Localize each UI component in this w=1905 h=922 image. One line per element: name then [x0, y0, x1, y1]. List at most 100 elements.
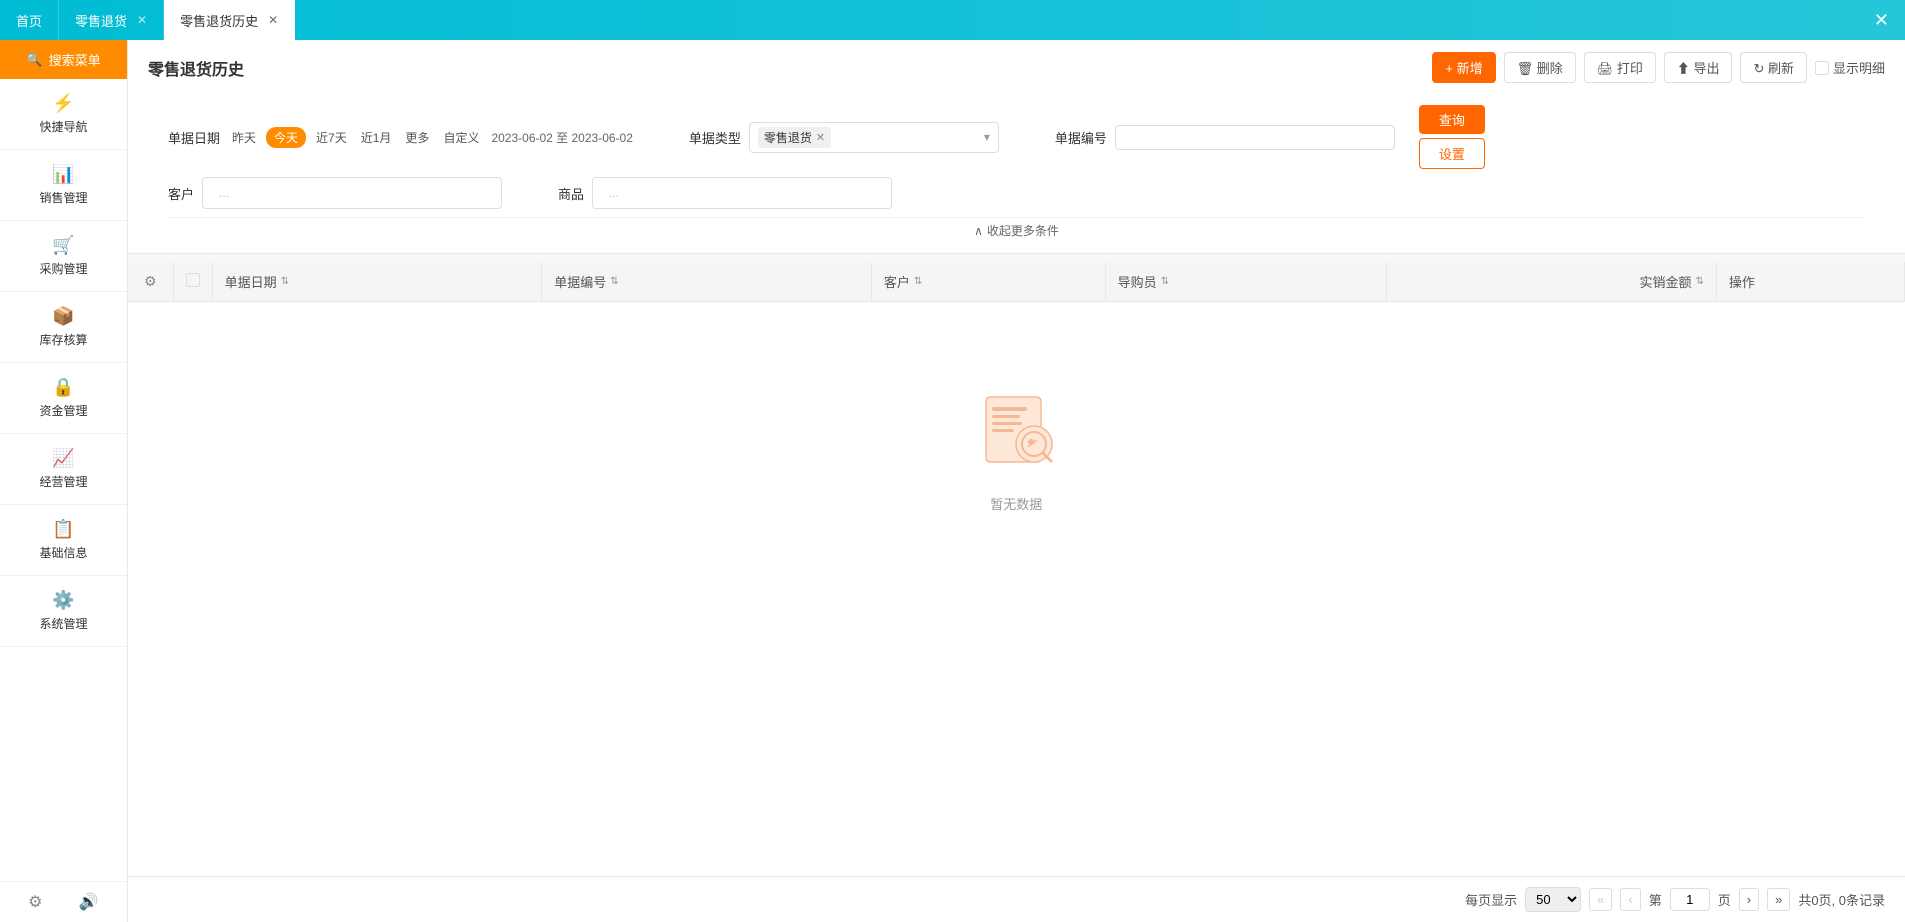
- page-unit: 页: [1718, 890, 1731, 909]
- add-button[interactable]: + 新增: [1432, 52, 1495, 83]
- guide-sort-icon: ⇅: [1161, 276, 1169, 287]
- sidebar-item-inventory[interactable]: 📦 库存核算: [0, 292, 127, 363]
- goods-filter-label: 商品: [558, 184, 584, 203]
- date-btn-today[interactable]: 今天: [266, 127, 306, 148]
- sidebar-item-basic-info-label: 基础信息: [39, 544, 87, 561]
- number-col-sort[interactable]: 单据编号 ⇅: [554, 272, 618, 291]
- empty-state-row: 暂无数据: [128, 302, 1905, 594]
- sidebar-item-purchase-mgmt[interactable]: 🛒 采购管理: [0, 221, 127, 292]
- amount-col-sort[interactable]: 实销金额 ⇅: [1639, 272, 1703, 291]
- guide-col-label: 导购员: [1118, 272, 1157, 291]
- export-button[interactable]: ⬆ 导出: [1664, 52, 1733, 83]
- page-label: 第: [1649, 890, 1662, 909]
- col-settings: ⚙: [128, 262, 173, 302]
- sidebar-item-system-mgmt-label: 系统管理: [39, 615, 87, 632]
- next-page-btn[interactable]: ›: [1739, 888, 1759, 911]
- window-close-btn[interactable]: ✕: [1858, 10, 1905, 31]
- page-size-select[interactable]: 50 100 200: [1525, 887, 1581, 912]
- goods-filter-group: 商品 ...: [558, 177, 892, 209]
- content-area: 零售退货历史 + 新增 🗑 删除 🖨 打印 ⬆ 导出 ↻ 刷新 显示明细: [128, 40, 1905, 922]
- table-header-row: ⚙ 单据日期 ⇅ 单据编号: [128, 262, 1905, 302]
- date-btn-yesterday[interactable]: 昨天: [228, 127, 260, 148]
- number-filter-input[interactable]: [1115, 125, 1395, 150]
- empty-state-text: 暂无数据: [990, 494, 1042, 513]
- sidebar-item-finance-mgmt[interactable]: 🔒 资金管理: [0, 363, 127, 434]
- date-col-sort[interactable]: 单据日期 ⇅: [225, 272, 289, 291]
- col-checkbox: [173, 262, 212, 302]
- page-number-input[interactable]: [1670, 888, 1710, 911]
- filter-area: 单据日期 昨天 今天 近7天 近1月 更多 自定义 2023-06-02 至 2…: [148, 95, 1885, 253]
- inventory-icon: 📦: [52, 306, 74, 327]
- col-customer: 客户 ⇅: [871, 262, 1105, 302]
- type-tag-close[interactable]: ✕: [816, 131, 825, 144]
- setting-button[interactable]: 设置: [1419, 138, 1485, 169]
- sidebar-search[interactable]: 🔍 搜索菜单: [0, 40, 127, 79]
- collapse-label: 收起更多条件: [987, 222, 1059, 239]
- page-size-label: 每页显示: [1465, 890, 1517, 909]
- date-col-label: 单据日期: [225, 272, 277, 291]
- display-checkbox[interactable]: [1815, 61, 1829, 75]
- select-all-checkbox[interactable]: [186, 273, 200, 287]
- purchase-mgmt-icon: 🛒: [52, 235, 74, 256]
- date-btn-custom[interactable]: 自定义: [439, 127, 483, 148]
- collapse-icon: ∧: [974, 224, 983, 238]
- tab-retail-return-label: 零售退货: [75, 11, 127, 30]
- collapse-btn[interactable]: ∧ 收起更多条件: [168, 217, 1865, 243]
- tab-list: 首页 零售退货 ✕ 零售退货历史 ✕: [0, 0, 1858, 40]
- date-btn-more[interactable]: 更多: [401, 127, 433, 148]
- delete-button[interactable]: 🗑 删除: [1504, 52, 1576, 83]
- query-button[interactable]: 查询: [1419, 105, 1485, 134]
- sidebar-item-operations-mgmt[interactable]: 📈 经营管理: [0, 434, 127, 505]
- sidebar-settings-btn[interactable]: ⚙: [28, 892, 42, 912]
- tab-retail-return-history-close[interactable]: ✕: [268, 13, 278, 27]
- sidebar-item-operations-mgmt-label: 经营管理: [39, 473, 87, 490]
- operations-mgmt-icon: 📈: [52, 448, 74, 469]
- customer-col-sort[interactable]: 客户 ⇅: [884, 272, 922, 291]
- sidebar-item-basic-info[interactable]: 📋 基础信息: [0, 505, 127, 576]
- page-summary: 共0页, 0条记录: [1798, 890, 1885, 909]
- date-btn-1month[interactable]: 近1月: [357, 127, 396, 148]
- tab-home[interactable]: 首页: [0, 0, 59, 40]
- customer-sort-icon: ⇅: [914, 276, 922, 287]
- type-select[interactable]: 零售退货 ✕ ▾: [749, 122, 999, 153]
- filter-row-2: 客户 ... 商品 ...: [168, 177, 1865, 209]
- first-page-btn[interactable]: «: [1589, 888, 1612, 911]
- action-buttons: 查询 设置: [1419, 105, 1485, 169]
- sidebar-item-quick-nav[interactable]: ⚡ 快捷导航: [0, 79, 127, 150]
- quick-nav-icon: ⚡: [52, 93, 74, 114]
- display-label: 显示明细: [1833, 58, 1885, 77]
- prev-page-btn[interactable]: ‹: [1620, 888, 1640, 911]
- customer-placeholder: ...: [211, 182, 237, 204]
- date-btn-7days[interactable]: 近7天: [312, 127, 351, 148]
- top-bar: 首页 零售退货 ✕ 零售退货历史 ✕ ✕: [0, 0, 1905, 40]
- customer-select[interactable]: ...: [202, 177, 502, 209]
- col-guide: 导购员 ⇅: [1105, 262, 1387, 302]
- goods-placeholder: ...: [601, 182, 627, 204]
- finance-mgmt-icon: 🔒: [52, 377, 74, 398]
- sidebar-audio-btn[interactable]: 🔊: [79, 892, 99, 912]
- refresh-button[interactable]: ↻ 刷新: [1740, 52, 1807, 83]
- col-settings-icon[interactable]: ⚙: [140, 269, 161, 293]
- number-sort-icon: ⇅: [610, 276, 618, 287]
- col-amount: 实销金额 ⇅: [1387, 262, 1717, 302]
- tab-retail-return[interactable]: 零售退货 ✕: [59, 0, 164, 40]
- sidebar-item-quick-nav-label: 快捷导航: [39, 118, 87, 135]
- tab-retail-return-close[interactable]: ✕: [137, 13, 147, 27]
- page-title-row: 零售退货历史 + 新增 🗑 删除 🖨 打印 ⬆ 导出 ↻ 刷新 显示明细: [148, 52, 1885, 83]
- date-range-display: 2023-06-02 至 2023-06-02: [491, 129, 632, 146]
- print-button[interactable]: 🖨 打印: [1584, 52, 1656, 83]
- sidebar-item-system-mgmt[interactable]: ⚙️ 系统管理: [0, 576, 127, 647]
- date-filter-label: 单据日期: [168, 128, 220, 147]
- page-header: 零售退货历史 + 新增 🗑 删除 🖨 打印 ⬆ 导出 ↻ 刷新 显示明细: [128, 40, 1905, 254]
- sidebar-item-sales-mgmt[interactable]: 📊 销售管理: [0, 150, 127, 221]
- col-action: 操作: [1716, 262, 1904, 302]
- tab-retail-return-history[interactable]: 零售退货历史 ✕: [164, 0, 295, 40]
- last-page-btn[interactable]: »: [1767, 888, 1790, 911]
- toolbar-buttons: + 新增 🗑 删除 🖨 打印 ⬆ 导出 ↻ 刷新 显示明细: [1432, 52, 1885, 83]
- guide-col-sort[interactable]: 导购员 ⇅: [1118, 272, 1169, 291]
- goods-select[interactable]: ...: [592, 177, 892, 209]
- display-toggle: 显示明细: [1815, 58, 1885, 77]
- filter-row-1: 单据日期 昨天 今天 近7天 近1月 更多 自定义 2023-06-02 至 2…: [168, 105, 1865, 169]
- date-sort-icon: ⇅: [281, 276, 289, 287]
- customer-filter-group: 客户 ...: [168, 177, 502, 209]
